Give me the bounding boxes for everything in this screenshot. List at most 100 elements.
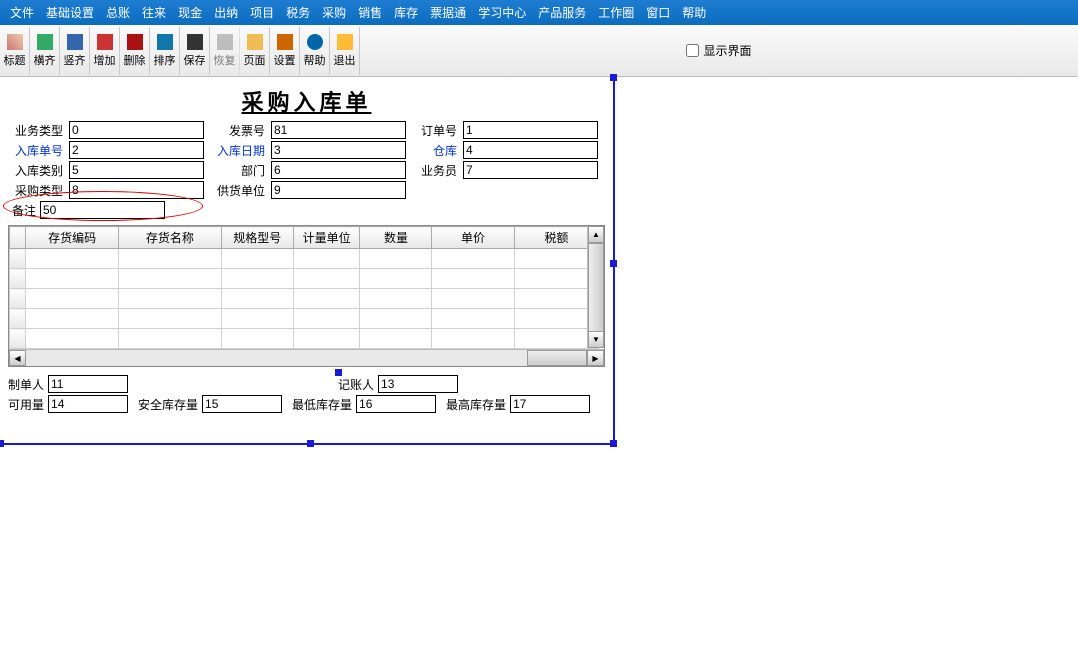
menu-item[interactable]: 总账 (100, 4, 136, 21)
toolbar-add[interactable]: 增加 (90, 27, 120, 75)
business-type-input[interactable] (69, 121, 204, 139)
resize-handle[interactable] (610, 440, 617, 447)
col-header[interactable]: 规格型号 (221, 227, 293, 249)
field-label: 发票号 (210, 122, 265, 139)
scroll-up-icon[interactable]: ▲ (588, 226, 604, 243)
receipt-no-input[interactable] (69, 141, 204, 159)
field-label: 入库类别 (8, 162, 63, 179)
exit-icon (337, 34, 353, 50)
scroll-down-icon[interactable]: ▼ (588, 331, 604, 348)
toolbar-settings[interactable]: 设置 (270, 27, 300, 75)
menu-item[interactable]: 往来 (136, 4, 172, 21)
footer-fields: 制单人 记账人 可用量 安全库存量 最低库存量 最高库存 (8, 375, 605, 413)
scroll-thumb[interactable] (527, 350, 587, 366)
col-header[interactable]: 存货编码 (26, 227, 119, 249)
detail-grid[interactable]: 存货编码 存货名称 规格型号 计量单位 数量 单价 税额 ▲ (8, 225, 605, 367)
toolbar-restore: 恢复 (210, 27, 240, 75)
purchase-type-input[interactable] (69, 181, 204, 199)
menu-item[interactable]: 文件 (4, 4, 40, 21)
col-header[interactable]: 数量 (360, 227, 432, 249)
field-label: 最低库存量 (292, 396, 352, 413)
max-stock-input[interactable] (510, 395, 590, 413)
title-icon (7, 34, 23, 50)
vertical-scrollbar[interactable]: ▲ ▼ (587, 226, 604, 348)
field-label: 最高库存量 (446, 396, 506, 413)
menu-item[interactable]: 采购 (316, 4, 352, 21)
toolbar-title[interactable]: 标题 (0, 27, 30, 75)
menu-item[interactable]: 票据通 (424, 4, 472, 21)
scroll-thumb[interactable] (588, 243, 604, 343)
table-row[interactable] (10, 269, 599, 289)
menu-item[interactable]: 税务 (280, 4, 316, 21)
remark-input[interactable] (40, 201, 165, 219)
toolbar-help[interactable]: 帮助 (300, 27, 330, 75)
col-header[interactable]: 存货名称 (118, 227, 221, 249)
toolbar-halign[interactable]: 横齐 (30, 27, 60, 75)
invoice-no-input[interactable] (271, 121, 406, 139)
field-label: 制单人 (8, 376, 44, 393)
field-label: 业务员 (412, 162, 457, 179)
warehouse-input[interactable] (463, 141, 598, 159)
resize-handle[interactable] (0, 440, 4, 447)
toolbar-delete[interactable]: 删除 (120, 27, 150, 75)
menu-item[interactable]: 现金 (172, 4, 208, 21)
toolbar-save[interactable]: 保存 (180, 27, 210, 75)
field-label: 业务类型 (8, 122, 63, 139)
available-qty-input[interactable] (48, 395, 128, 413)
department-input[interactable] (271, 161, 406, 179)
field-label: 入库单号 (8, 142, 63, 159)
menu-item[interactable]: 工作圈 (592, 4, 640, 21)
selection-handle[interactable] (335, 369, 342, 376)
page-icon (247, 34, 263, 50)
menu-item[interactable]: 库存 (388, 4, 424, 21)
resize-handle[interactable] (307, 440, 314, 447)
min-stock-input[interactable] (356, 395, 436, 413)
table-row[interactable] (10, 249, 599, 269)
salesperson-input[interactable] (463, 161, 598, 179)
horizontal-scrollbar[interactable]: ◀ ▶ (9, 349, 604, 366)
resize-handle[interactable] (610, 74, 617, 81)
maker-input[interactable] (48, 375, 128, 393)
supplier-input[interactable] (271, 181, 406, 199)
show-ui-checkbox-input[interactable] (686, 44, 699, 57)
menu-item[interactable]: 项目 (244, 4, 280, 21)
booker-input[interactable] (378, 375, 458, 393)
table-row[interactable] (10, 309, 599, 329)
receipt-date-input[interactable] (271, 141, 406, 159)
scroll-left-icon[interactable]: ◀ (9, 350, 26, 366)
col-header[interactable]: 税额 (514, 227, 598, 249)
receipt-type-input[interactable] (69, 161, 204, 179)
menu-item[interactable]: 出纳 (208, 4, 244, 21)
menu-item[interactable]: 销售 (352, 4, 388, 21)
restore-icon (217, 34, 233, 50)
menu-item[interactable]: 窗口 (640, 4, 676, 21)
menu-item[interactable]: 帮助 (676, 4, 712, 21)
resize-handle[interactable] (610, 260, 617, 267)
field-label: 入库日期 (210, 142, 265, 159)
menu-item[interactable]: 产品服务 (532, 4, 592, 21)
table-row[interactable] (10, 329, 599, 349)
menu-bar: 文件 基础设置 总账 往来 现金 出纳 项目 税务 采购 销售 库存 票据通 学… (0, 0, 1078, 25)
safety-stock-input[interactable] (202, 395, 282, 413)
show-ui-checkbox[interactable]: 显示界面 (686, 42, 751, 59)
field-label: 供货单位 (210, 182, 265, 199)
col-header[interactable]: 计量单位 (293, 227, 360, 249)
menu-item[interactable]: 学习中心 (472, 4, 532, 21)
toolbar-valign[interactable]: 竖齐 (60, 27, 90, 75)
toolbar: 标题 横齐 竖齐 增加 删除 排序 保存 恢复 页面 设置 帮助 退出 显示界面 (0, 25, 1078, 77)
field-label: 部门 (210, 162, 265, 179)
table-row[interactable] (10, 289, 599, 309)
field-label: 记账人 (338, 376, 374, 393)
halign-icon (37, 34, 53, 50)
toolbar-sort[interactable]: 排序 (150, 27, 180, 75)
col-header[interactable]: 单价 (432, 227, 514, 249)
settings-icon (277, 34, 293, 50)
field-label: 订单号 (412, 122, 457, 139)
menu-item[interactable]: 基础设置 (40, 4, 100, 21)
scroll-right-icon[interactable]: ▶ (587, 350, 604, 366)
order-no-input[interactable] (463, 121, 598, 139)
toolbar-page[interactable]: 页面 (240, 27, 270, 75)
delete-icon (127, 34, 143, 50)
toolbar-exit[interactable]: 退出 (330, 27, 360, 75)
header-fields: 业务类型 发票号 订单号 入库单号 入库日期 仓库 入库类别 部门 业务员 采购… (8, 121, 605, 219)
